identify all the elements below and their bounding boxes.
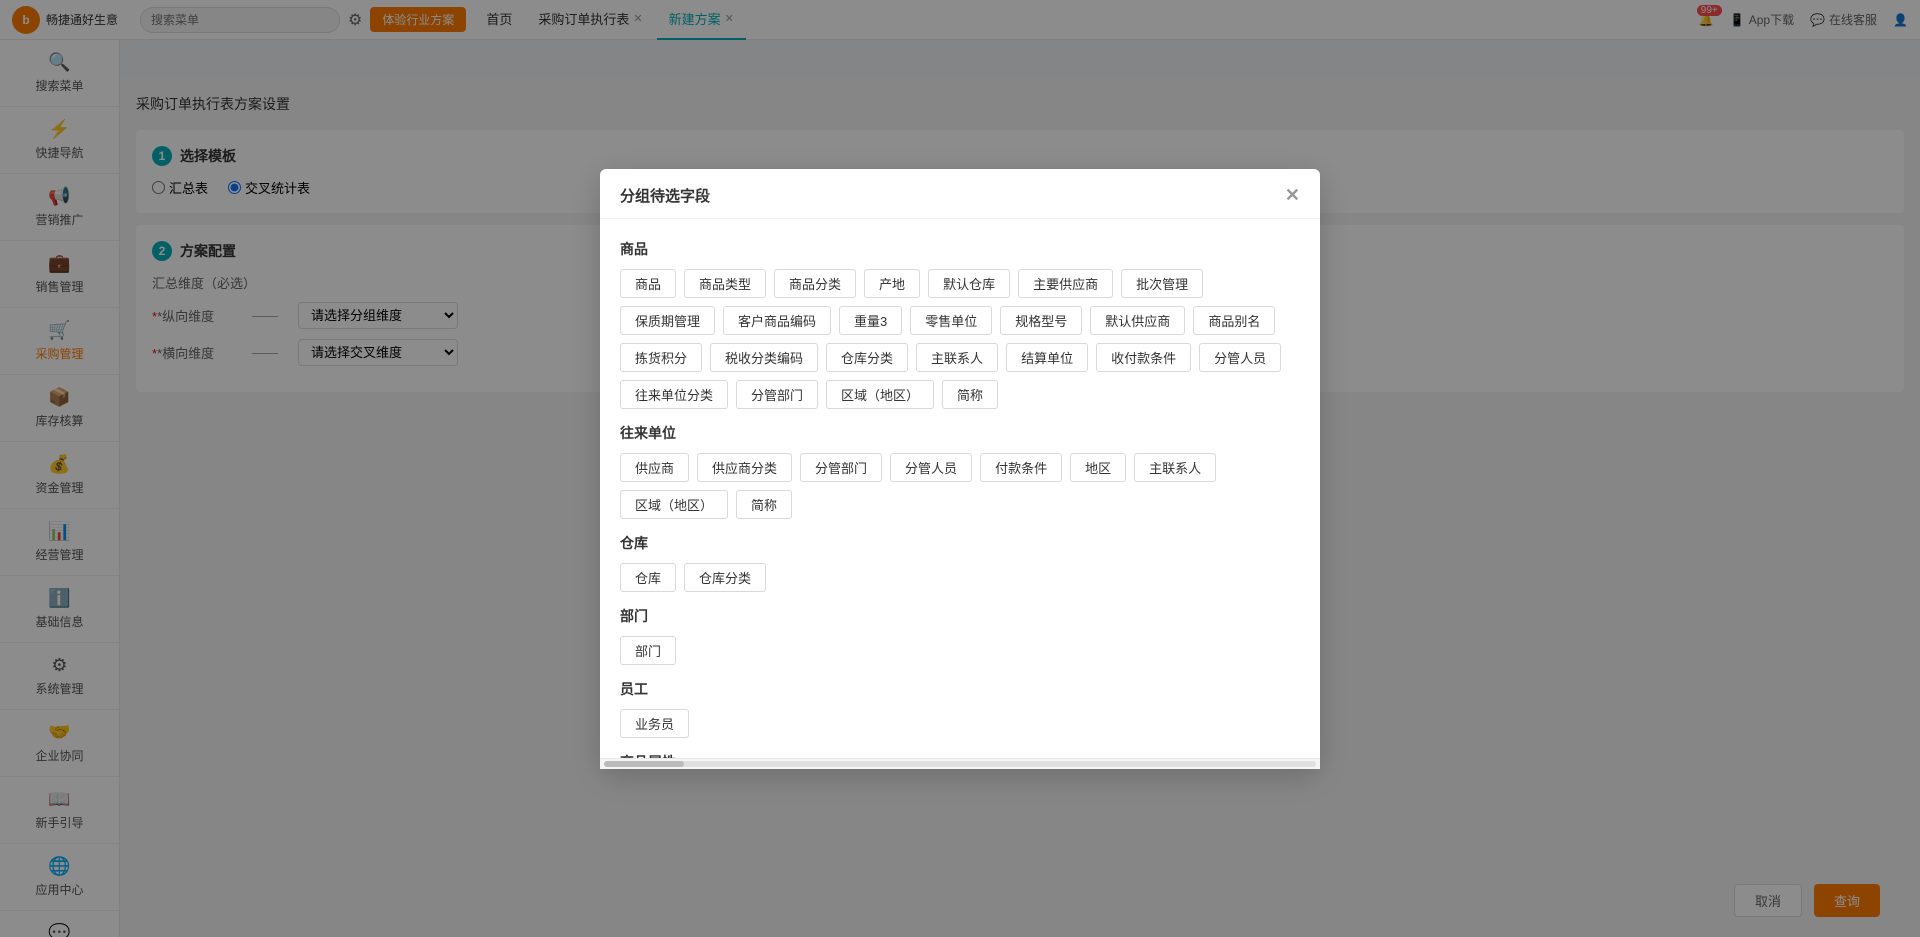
field-payment-terms[interactable]: 收付款条件 [1096,343,1191,372]
modal-close-btn[interactable]: ✕ [1285,186,1300,204]
section-fields-goods: 商品 商品类型 商品分类 产地 默认仓库 主要供应商 批次管理 保质期管理 客户… [620,269,1300,409]
field-dept-supervisor[interactable]: 分管部门 [736,380,818,409]
field-default-supplier[interactable]: 默认供应商 [1090,306,1185,335]
field-settlement-unit[interactable]: 结算单位 [1006,343,1088,372]
field-area-partner[interactable]: 区域（地区） [620,490,728,519]
field-goods[interactable]: 商品 [620,269,676,298]
field-expiry-mgmt[interactable]: 保质期管理 [620,306,715,335]
field-supervisor[interactable]: 分管人员 [1199,343,1281,372]
field-region-goods[interactable]: 区域（地区） [826,380,934,409]
field-selector-modal: 分组待选字段 ✕ 商品 商品 商品类型 商品分类 产地 默认仓库 主要供应商 批… [600,169,1320,769]
field-tax-code[interactable]: 税收分类编码 [710,343,818,372]
modal-hscrollbar[interactable] [600,758,1320,768]
field-retail-unit[interactable]: 零售单位 [910,306,992,335]
field-batch-mgmt[interactable]: 批次管理 [1121,269,1203,298]
field-goods-type[interactable]: 商品类型 [684,269,766,298]
field-customer-code[interactable]: 客户商品编码 [723,306,831,335]
section-title-dept: 部门 [620,606,1300,626]
field-origin[interactable]: 产地 [864,269,920,298]
section-title-employee: 员工 [620,679,1300,699]
section-title-partner: 往来单位 [620,423,1300,443]
field-supplier[interactable]: 供应商 [620,453,689,482]
section-title-warehouse: 仓库 [620,533,1300,553]
field-supplier-category[interactable]: 供应商分类 [697,453,792,482]
section-fields-employee: 业务员 [620,709,1300,738]
field-main-contact[interactable]: 主联系人 [916,343,998,372]
modal-header: 分组待选字段 ✕ [600,169,1320,219]
field-warehouse[interactable]: 仓库 [620,563,676,592]
field-weight3[interactable]: 重量3 [839,306,902,335]
field-goods-alias[interactable]: 商品别名 [1193,306,1275,335]
modal-title: 分组待选字段 [620,185,710,206]
modal-body: 商品 商品 商品类型 商品分类 产地 默认仓库 主要供应商 批次管理 保质期管理… [600,219,1320,759]
field-abbr-goods[interactable]: 简称 [942,380,998,409]
field-pay-terms-partner[interactable]: 付款条件 [980,453,1062,482]
field-warehouse-cat[interactable]: 仓库分类 [684,563,766,592]
modal-overlay: 分组待选字段 ✕ 商品 商品 商品类型 商品分类 产地 默认仓库 主要供应商 批… [0,0,1920,937]
field-sales-staff[interactable]: 业务员 [620,709,689,738]
field-warehouse-category[interactable]: 仓库分类 [826,343,908,372]
field-dept-partner[interactable]: 分管部门 [800,453,882,482]
field-main-supplier[interactable]: 主要供应商 [1018,269,1113,298]
section-title-goods: 商品 [620,239,1300,259]
field-dept[interactable]: 部门 [620,636,676,665]
section-fields-partner: 供应商 供应商分类 分管部门 分管人员 付款条件 地区 主联系人 区域（地区） … [620,453,1300,519]
section-fields-dept: 部门 [620,636,1300,665]
field-default-warehouse[interactable]: 默认仓库 [928,269,1010,298]
field-pick-points[interactable]: 拣货积分 [620,343,702,372]
field-main-contact-partner[interactable]: 主联系人 [1134,453,1216,482]
field-abbr-partner[interactable]: 简称 [736,490,792,519]
section-title-attributes: 商品属性 [620,752,1300,759]
section-fields-warehouse: 仓库 仓库分类 [620,563,1300,592]
field-spec-model[interactable]: 规格型号 [1000,306,1082,335]
field-supervisor-partner[interactable]: 分管人员 [890,453,972,482]
field-region-partner[interactable]: 地区 [1070,453,1126,482]
field-goods-category[interactable]: 商品分类 [774,269,856,298]
field-partner-category[interactable]: 往来单位分类 [620,380,728,409]
